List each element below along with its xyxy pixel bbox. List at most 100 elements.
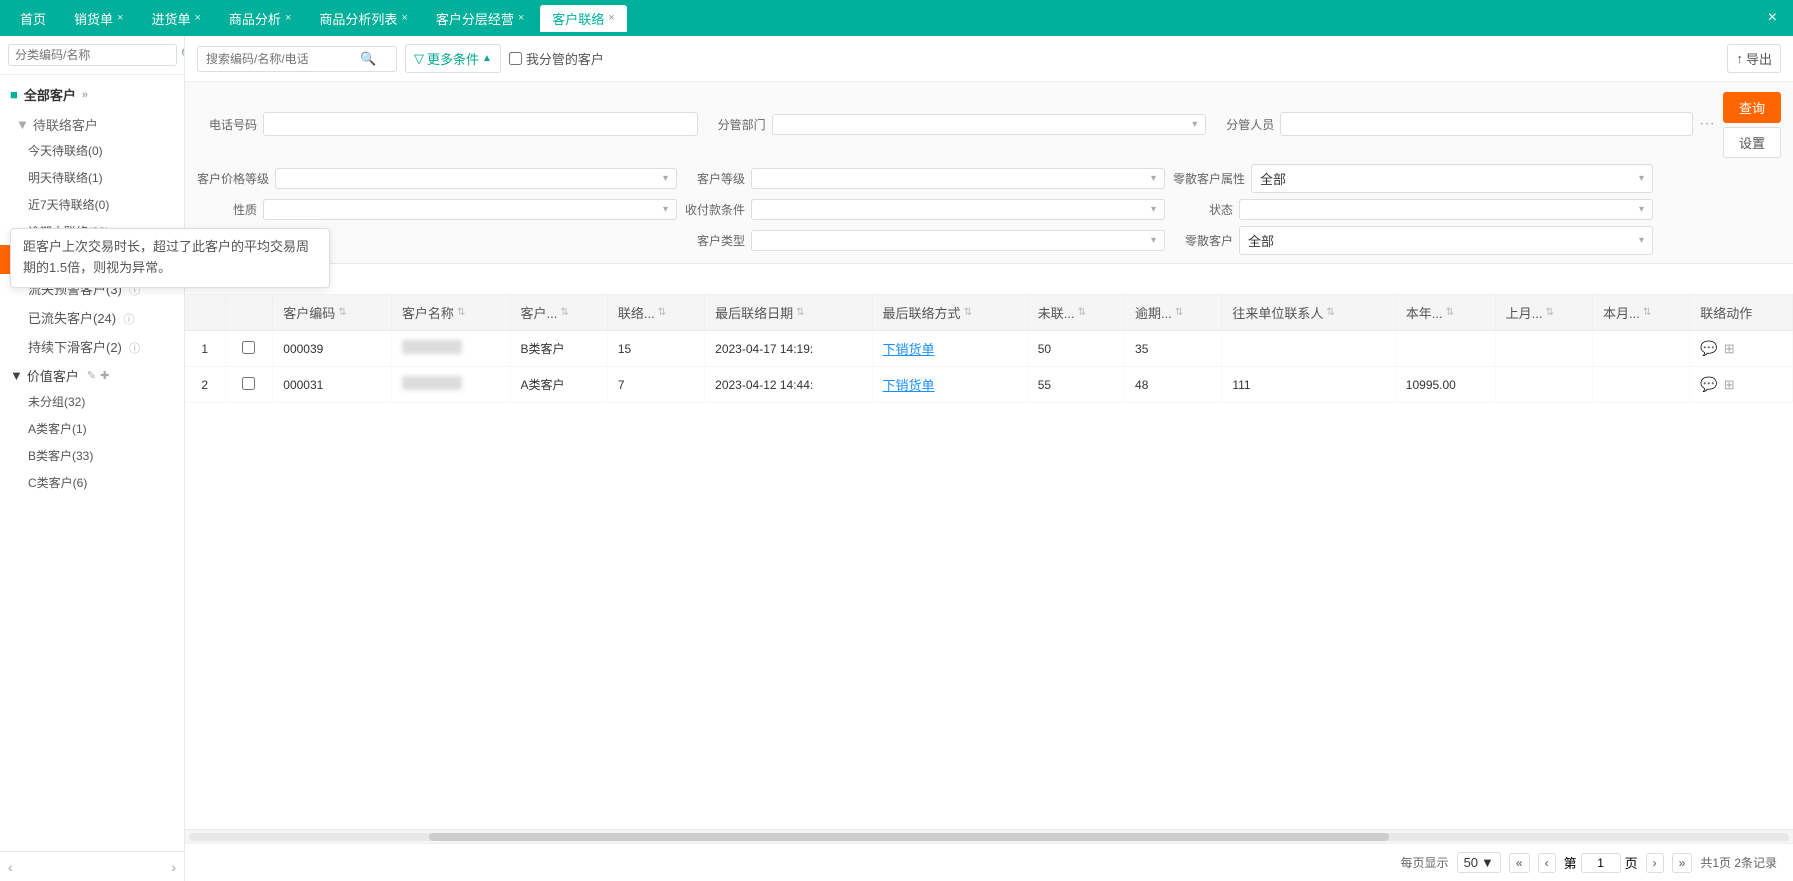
per-page-select[interactable]: 50 ▼ [1457,852,1501,873]
status-select[interactable]: ▾ [1239,199,1653,220]
tab-purchase[interactable]: 进货单 × [139,5,212,32]
sidebar-all-customers[interactable]: ■ 全部客户 » [0,79,184,110]
next-page-button[interactable]: › [1646,853,1664,873]
grid-icon[interactable]: ⊞ [1724,341,1735,357]
sidebar-pending-group[interactable]: ▼ 待联络客户 [0,110,184,137]
phone-input[interactable] [263,112,698,136]
person-input[interactable] [1280,112,1693,136]
chat-icon[interactable]: 💬 [1700,340,1717,357]
dept-select[interactable]: ▾ [772,114,1207,135]
sort-icon: ⇅ [338,307,346,318]
close-all-button[interactable]: × [1760,9,1785,27]
left-arrow-icon[interactable]: ‹ [8,859,13,875]
customer-type-select[interactable]: ▾ [751,230,1165,251]
nature-select[interactable]: ▾ [263,199,677,220]
row-checkbox[interactable] [242,341,255,354]
horizontal-scrollbar[interactable] [185,829,1793,843]
close-icon[interactable]: × [285,12,291,24]
query-button[interactable]: 查询 [1723,92,1781,123]
table-container: 客户编码 ⇅ 客户名称 ⇅ 客户... [185,295,1793,829]
setting-button[interactable]: 设置 [1723,127,1781,158]
row-overdue: 48 [1125,367,1222,403]
search-input[interactable] [206,52,356,66]
scroll-thumb[interactable] [429,833,1389,841]
last-page-button[interactable]: » [1672,853,1693,873]
sidebar-item-type-c[interactable]: C类客户(6) [0,469,184,496]
sidebar: 🔍 ■ 全部客户 » ▼ 待联络客户 今天待联络(0) 明天待联络(1) 近7天… [0,36,185,881]
tab-customer-contact[interactable]: 客户联络 × [540,5,626,32]
close-icon[interactable]: × [117,12,123,24]
customer-level-select[interactable]: ▾ [751,168,1165,189]
export-icon: ↑ [1736,51,1743,66]
first-page-button[interactable]: « [1509,853,1530,873]
search-box[interactable]: 🔍 [197,46,397,72]
tab-sales[interactable]: 销货单 × [62,5,135,32]
sidebar-item-7days[interactable]: 近7天待联络(0) [0,191,184,218]
action-icons: 💬 ⊞ [1700,340,1782,357]
close-icon[interactable]: × [401,12,407,24]
advanced-filter-panel: 电话号码 分管部门 ▾ 分管人员 ··· 查询 设置 [185,82,1793,264]
close-icon[interactable]: × [608,12,614,24]
sidebar-item-today[interactable]: 今天待联络(0) [0,137,184,164]
col-last-method: 最后联络方式 ⇅ [872,295,1027,331]
last-method-link[interactable]: 下销货单 [883,378,935,393]
customer-table: 客户编码 ⇅ 客户名称 ⇅ 客户... [185,295,1793,403]
row-last-date: 2023-04-12 14:44: [705,367,872,403]
blurred-name [402,340,462,354]
page-number-input[interactable] [1581,853,1621,873]
sidebar-item-type-b[interactable]: B类客户(33) [0,442,184,469]
close-icon[interactable]: × [194,12,200,24]
my-customer-checkbox[interactable] [509,52,522,65]
search-icon[interactable]: 🔍 [360,51,376,67]
filter-field-customer-level: 客户等级 ▾ [685,168,1165,189]
collapse-icon[interactable]: » [82,89,88,101]
sort-icon: ⇅ [1175,307,1183,318]
tab-customer-segment[interactable]: 客户分层经营 × [424,5,536,32]
row-code: 000031 [273,367,392,403]
row-checkbox[interactable] [242,377,255,390]
add-icon[interactable]: ✚ [100,369,109,382]
price-level-select[interactable]: ▾ [275,168,677,189]
sidebar-value-group[interactable]: ▼ 价值客户 ✎ ✚ [0,361,184,388]
payment-select[interactable]: ▾ [751,199,1165,220]
right-arrow-icon[interactable]: › [171,859,176,875]
filter-field-retail-attr: 零散客户属性 全部 ▾ [1173,164,1653,193]
my-customer-checkbox-area[interactable]: 我分管的客户 [509,49,604,68]
sidebar-search-input[interactable] [8,44,177,66]
row-name [391,331,510,367]
close-icon[interactable]: × [518,12,524,24]
col-code: 客户编码 ⇅ [273,295,392,331]
tab-product-analysis[interactable]: 商品分析 × [217,5,303,32]
tab-home[interactable]: 首页 [8,5,58,32]
grid-icon[interactable]: ⊞ [1724,377,1735,393]
row-type: A类客户 [510,367,607,403]
scroll-track[interactable] [189,833,1789,841]
filter-field-dept: 分管部门 ▾ [706,114,1207,135]
chat-icon[interactable]: 💬 [1700,376,1717,393]
row-uncontacted: 50 [1027,331,1124,367]
retail-attr-select[interactable]: 全部 ▾ [1251,164,1653,193]
sidebar-item-declining[interactable]: 持续下滑客户(2) ⓘ [0,332,184,361]
retail-customer-select[interactable]: 全部 ▾ [1239,226,1653,255]
export-button[interactable]: ↑ 导出 [1727,44,1781,73]
row-checkbox-cell [225,367,273,403]
prev-page-button[interactable]: ‹ [1538,853,1556,873]
nature-label: 性质 [197,201,257,218]
total-records-label: 共1页 2条记录 [1700,854,1777,871]
tab-product-analysis-list[interactable]: 商品分析列表 × [307,5,419,32]
retail-customer-label: 零散客户 [1173,232,1233,249]
col-name: 客户名称 ⇅ [391,295,510,331]
sidebar-item-ungroup[interactable]: 未分组(32) [0,388,184,415]
edit-icon[interactable]: ✎ [87,369,96,382]
more-icon[interactable]: ··· [1699,115,1715,133]
sidebar-item-type-a[interactable]: A类客户(1) [0,415,184,442]
row-last-date: 2023-04-17 14:19: [705,331,872,367]
more-filters-button[interactable]: ▽ 更多条件 ▲ [405,44,501,73]
sidebar-item-lost[interactable]: 已流失客户(24) ⓘ [0,303,184,332]
main-layout: 🔍 ■ 全部客户 » ▼ 待联络客户 今天待联络(0) 明天待联络(1) 近7天… [0,36,1793,881]
col-overdue: 逾期... ⇅ [1125,295,1222,331]
customer-level-label: 客户等级 [685,170,745,187]
last-method-link[interactable]: 下销货单 [883,342,935,357]
sidebar-item-tomorrow[interactable]: 明天待联络(1) [0,164,184,191]
sidebar-content: ■ 全部客户 » ▼ 待联络客户 今天待联络(0) 明天待联络(1) 近7天待联… [0,75,184,851]
